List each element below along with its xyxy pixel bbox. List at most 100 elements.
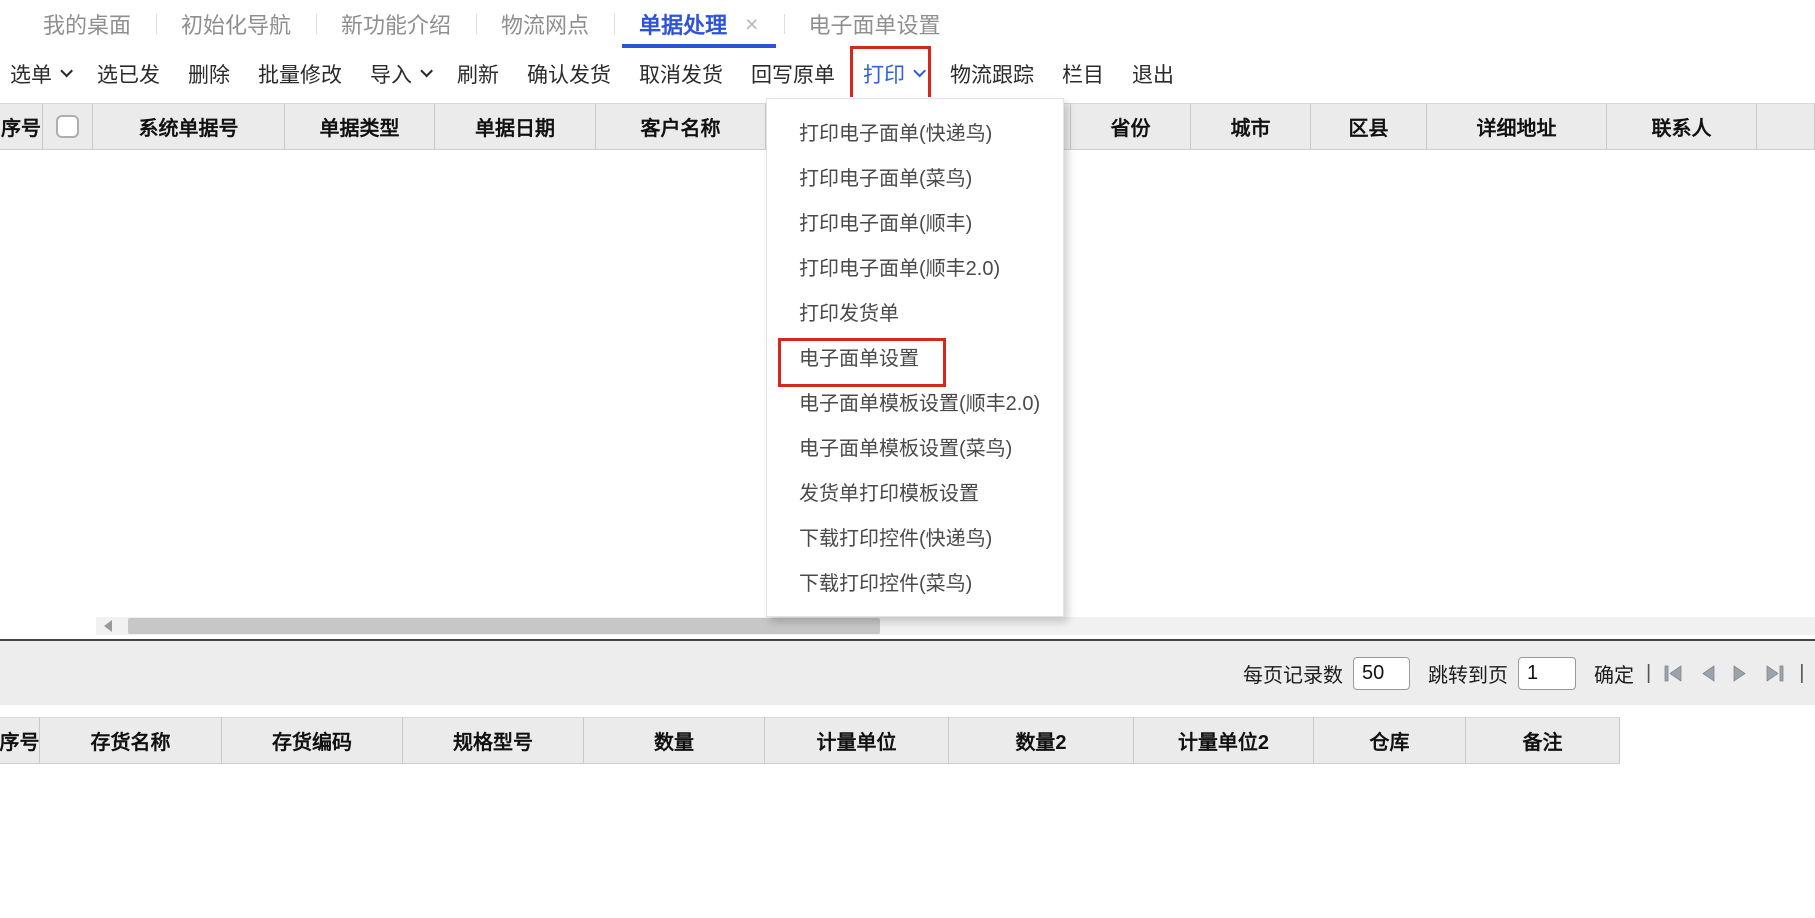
nav-tab[interactable]: 初始化导航 ×	[156, 0, 316, 48]
prev-page-button[interactable]	[1699, 664, 1717, 682]
select-all-checkbox[interactable]	[56, 115, 79, 138]
toolbar-button-label: 退出	[1132, 64, 1174, 87]
toolbar-button-label: 回写原单	[751, 64, 835, 87]
separator: |	[1799, 661, 1805, 684]
orders-column-header[interactable]: 单据日期	[435, 103, 596, 150]
nav-tab[interactable]: 单据处理 ×	[614, 0, 783, 48]
orders-column-header[interactable]: 区县	[1311, 103, 1427, 150]
per-page-input[interactable]	[1353, 656, 1410, 690]
toolbar-button-label: 刷新	[457, 64, 499, 87]
items-column-header[interactable]: 存货名称	[40, 717, 222, 764]
toolbar-button[interactable]: 选单	[10, 59, 73, 89]
print-dropdown-menu: 打印电子面单(快递鸟) 打印电子面单(菜鸟) 打印电子面单(顺丰) 打印电子面单…	[766, 98, 1064, 617]
per-page-label: 每页记录数	[1243, 664, 1343, 687]
print-menu-item[interactable]: 发货单打印模板设置	[767, 472, 1063, 517]
orders-column-header[interactable]: 省份	[1071, 103, 1191, 150]
orders-column-header[interactable]: 序号	[0, 103, 43, 150]
toolbar-button[interactable]: 取消发货	[639, 59, 723, 89]
print-menu-item[interactable]: 打印发货单	[767, 292, 1063, 337]
print-menu-item[interactable]: 下载打印控件(快递鸟)	[767, 517, 1063, 562]
print-menu-item[interactable]: 打印电子面单(顺丰2.0)	[767, 247, 1063, 292]
orders-column-header[interactable]: 详细地址	[1427, 103, 1607, 150]
orders-column-header[interactable]: 联系人	[1607, 103, 1757, 150]
toolbar-button-label: 批量修改	[258, 64, 342, 87]
scrollbar-thumb[interactable]	[128, 618, 880, 634]
last-page-button[interactable]	[1763, 664, 1785, 682]
toolbar-button[interactable]: 打印	[850, 46, 931, 102]
items-column-header[interactable]: 数量	[584, 717, 765, 764]
nav-tab[interactable]: 新功能介绍 ×	[316, 0, 476, 48]
orders-column-header[interactable]: 系统单据号	[93, 103, 285, 150]
orders-column-header[interactable]: 单据类型	[285, 103, 435, 150]
orders-column-header-label: 省份	[1110, 118, 1151, 140]
print-menu-item[interactable]: 电子面单设置	[767, 337, 1063, 387]
print-menu-item-label: 电子面单模板设置(顺丰2.0)	[799, 393, 1041, 415]
items-column-header[interactable]: 规格型号	[403, 717, 584, 764]
print-menu-item[interactable]: 电子面单模板设置(顺丰2.0)	[767, 382, 1063, 427]
toolbar-button[interactable]: 删除	[188, 59, 230, 89]
items-column-header-label: 存货名称	[90, 732, 171, 754]
scroll-left-arrow-icon[interactable]	[104, 620, 112, 632]
orders-column-header-label: 城市	[1230, 118, 1271, 140]
orders-column-header[interactable]	[1757, 103, 1815, 150]
app-window: 我的桌面 × 初始化导航 × 新功能介绍 × 物流网点 × 单据处理 ×	[0, 0, 1815, 918]
toolbar-button-label: 物流跟踪	[950, 64, 1034, 87]
toolbar-button-label: 导入	[370, 64, 412, 87]
print-menu-item[interactable]: 打印电子面单(快递鸟)	[767, 112, 1063, 157]
separator: |	[1646, 661, 1652, 684]
print-menu-item[interactable]: 下载打印控件(菜鸟)	[767, 562, 1063, 607]
chevron-down-icon	[60, 64, 73, 77]
close-icon[interactable]: ×	[745, 11, 758, 38]
toolbar-button-label: 栏目	[1062, 64, 1104, 87]
items-column-header[interactable]: 计量单位2	[1134, 717, 1314, 764]
items-column-header-label: 序号	[0, 732, 40, 754]
horizontal-scrollbar[interactable]	[96, 617, 1815, 635]
toolbar-button[interactable]: 退出	[1132, 59, 1174, 89]
toolbar-button[interactable]: 选已发	[97, 59, 160, 89]
toolbar-button[interactable]: 确认发货	[527, 59, 611, 89]
toolbar-button[interactable]: 批量修改	[258, 59, 342, 89]
print-menu-item[interactable]: 打印电子面单(菜鸟)	[767, 157, 1063, 202]
toolbar-button-label: 取消发货	[639, 64, 723, 87]
toolbar-button[interactable]: 回写原单	[751, 59, 835, 89]
confirm-button[interactable]: 确定	[1594, 659, 1634, 688]
prev-page-icon	[1702, 664, 1715, 682]
items-column-header-label: 仓库	[1369, 732, 1410, 754]
print-menu-item[interactable]: 电子面单模板设置(菜鸟)	[767, 427, 1063, 472]
next-page-icon	[1733, 664, 1746, 682]
orders-column-header-label: 单据日期	[475, 118, 555, 140]
goto-page-label: 跳转到页	[1428, 664, 1508, 687]
orders-column-header-label: 系统单据号	[138, 118, 239, 140]
print-menu-item-label: 打印发货单	[799, 303, 899, 325]
chevron-down-icon	[420, 64, 433, 77]
items-column-header[interactable]: 存货编码	[222, 717, 403, 764]
items-column-header[interactable]: 数量2	[949, 717, 1134, 764]
toolbar-button[interactable]: 栏目	[1062, 59, 1104, 89]
nav-tab-label: 单据处理	[639, 13, 728, 38]
toolbar-button-label: 打印	[863, 64, 905, 87]
toolbar: 选单 选已发 删除 批量修改 导入 刷新 确认发货 取消发货 回写原单 打印 物…	[0, 46, 1815, 102]
nav-tab[interactable]: 物流网点 ×	[476, 0, 614, 48]
orders-column-header-label: 区县	[1348, 118, 1389, 140]
orders-column-header[interactable]: 城市	[1191, 103, 1311, 150]
orders-column-header[interactable]	[43, 103, 93, 150]
next-page-button[interactable]	[1731, 664, 1749, 682]
goto-page-input[interactable]	[1518, 656, 1576, 690]
nav-tab[interactable]: 我的桌面 ×	[18, 0, 156, 48]
print-menu-item[interactable]: 打印电子面单(顺丰)	[767, 202, 1063, 247]
items-column-header[interactable]: 仓库	[1314, 717, 1466, 764]
first-page-button[interactable]	[1663, 664, 1685, 682]
toolbar-button-label: 选已发	[97, 64, 160, 87]
orders-column-header[interactable]: 客户名称	[596, 103, 766, 150]
toolbar-button[interactable]: 刷新	[457, 59, 499, 89]
items-column-header[interactable]: 备注	[1466, 717, 1620, 764]
nav-tab[interactable]: 电子面单设置 ×	[783, 0, 966, 48]
nav-tab-label: 新功能介绍	[341, 13, 452, 38]
items-column-header[interactable]: 序号	[0, 717, 40, 764]
items-column-header[interactable]: 计量单位	[765, 717, 949, 764]
orders-column-header-label: 客户名称	[640, 118, 721, 140]
last-page-icon	[1766, 664, 1784, 682]
items-table-header: 序号 存货名称 存货编码 规格型号 数量 计量单位 数量2 计量单位2 仓库 备…	[0, 717, 1620, 764]
toolbar-button[interactable]: 物流跟踪	[950, 59, 1034, 89]
toolbar-button[interactable]: 导入	[370, 59, 433, 89]
